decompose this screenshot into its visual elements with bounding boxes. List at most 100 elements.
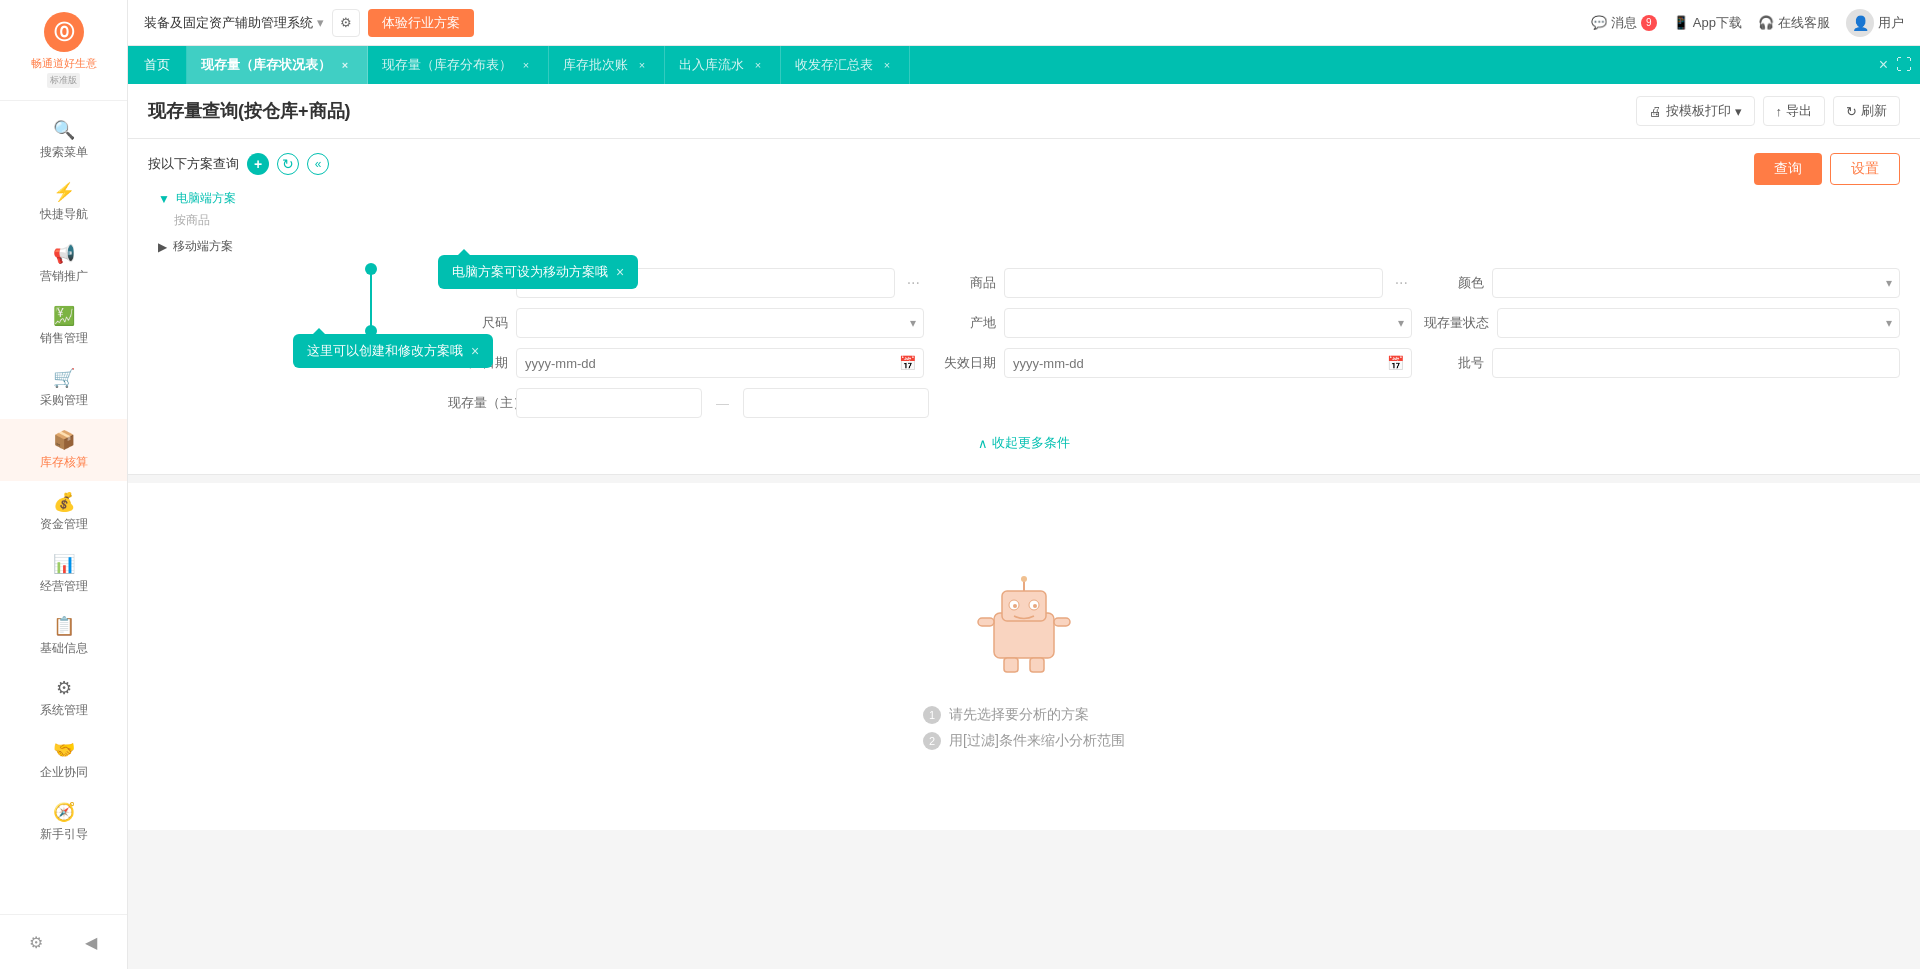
filter-area: 按以下方案查询 + ↻ « ▼ 电脑端方案 按商品 ▶ 移动端方案 电脑方案可设 [128,139,1920,475]
system-title-dropdown[interactable]: 装备及固定资产辅助管理系统 ▾ [144,14,324,32]
sidebar-item-sales[interactable]: 💹 销售管理 [0,295,127,357]
svg-point-5 [1033,604,1037,608]
filter-add-btn[interactable]: + [247,153,269,175]
messages-action[interactable]: 💬 消息 9 [1591,14,1657,32]
filter-cell-production-date: 生产日期 📅 [448,348,924,378]
marketing-icon: 📢 [53,243,75,265]
color-select[interactable] [1492,268,1900,298]
sidebar-item-system[interactable]: ⚙ 系统管理 [0,667,127,729]
sidebar-item-basic-info[interactable]: 📋 基础信息 [0,605,127,667]
empty-state-container: 1 请先选择要分析的方案 2 用[过滤]条件来缩小分析范围 [128,483,1920,830]
sidebar-item-label: 经营管理 [40,578,88,595]
batch-no-input[interactable] [1492,348,1900,378]
batch-no-label: 批号 [1424,354,1484,372]
scheme-sub-item[interactable]: 按商品 [174,210,1900,231]
mobile-scheme-item[interactable]: ▶ 移动端方案 [158,235,1900,258]
tab-inventory-dist[interactable]: 现存量（库存分布表） × [368,46,549,84]
sidebar-item-label: 企业协同 [40,764,88,781]
sidebar-item-guide[interactable]: 🧭 新手引导 [0,791,127,853]
size-select[interactable] [516,308,924,338]
empty-tip-1: 1 请先选择要分析的方案 [923,706,1125,724]
tooltip-text-2: 这里可以创建和修改方案哦 [307,342,463,360]
home-tab-label: 首页 [144,56,170,74]
sidebar-item-enterprise[interactable]: 🤝 企业协同 [0,729,127,791]
stock-main-input-to[interactable] [743,388,929,418]
tab-close-icon[interactable]: × [518,57,534,73]
tab-home[interactable]: 首页 [128,46,187,84]
collapse-btn[interactable]: ◀ [76,927,106,957]
mobile-scheme-label: 移动端方案 [173,238,233,255]
system-title: 装备及固定资产辅助管理系统 [144,14,313,32]
tooltip-text-1: 电脑方案可设为移动方案哦 [452,263,608,281]
expiry-date-input[interactable] [1004,348,1412,378]
close-all-tabs-icon[interactable]: × [1879,56,1888,74]
production-date-input[interactable] [516,348,924,378]
industry-btn[interactable]: 体验行业方案 [368,9,474,37]
sidebar-item-purchase[interactable]: 🛒 采购管理 [0,357,127,419]
page-title: 现存量查询(按仓库+商品) [148,99,351,135]
sidebar-item-search-menu[interactable]: 🔍 搜索菜单 [0,109,127,171]
stock-main-input-from[interactable] [516,388,702,418]
svg-rect-10 [1004,658,1018,672]
desktop-scheme-item[interactable]: ▼ 电脑端方案 [158,187,1900,210]
tab-label: 库存批次账 [563,56,628,74]
svg-rect-11 [1030,658,1044,672]
filter-back-btn[interactable]: « [307,153,329,175]
online-support-action[interactable]: 🎧 在线客服 [1758,14,1830,32]
tab-in-out-flow[interactable]: 出入库流水 × [665,46,781,84]
stock-status-select[interactable] [1497,308,1900,338]
sidebar-item-operations[interactable]: 📊 经营管理 [0,543,127,605]
goods-input[interactable] [1004,268,1383,298]
sidebar-item-label: 采购管理 [40,392,88,409]
svg-point-4 [1013,604,1017,608]
filter-label: 按以下方案查询 [148,155,239,173]
finance-icon: 💰 [53,491,75,513]
settings-bottom-btn[interactable]: ⚙ [21,927,51,957]
sidebar-item-label: 资金管理 [40,516,88,533]
guide-icon: 🧭 [53,801,75,823]
search-button[interactable]: 查询 [1754,153,1822,185]
sidebar-bottom: ⚙ ◀ [0,914,127,969]
collapse-up-icon: ∧ [978,436,988,451]
gear-button[interactable]: ⚙ [332,9,360,37]
filter-cell-stock-main: 现存量（主） — [448,388,927,418]
sidebar-item-label: 库存核算 [40,454,88,471]
scheme-tooltip-2: 这里可以创建和修改方案哦 × [293,334,493,368]
tab-close-icon[interactable]: × [634,57,650,73]
tab-close-icon[interactable]: × [750,57,766,73]
goods-dots[interactable]: ··· [1391,274,1412,292]
tab-close-icon[interactable]: × [337,57,353,73]
scheme-tree: ▼ 电脑端方案 按商品 ▶ 移动端方案 [158,187,1900,258]
tooltip-close-1[interactable]: × [616,264,624,280]
sidebar-item-inventory[interactable]: 📦 库存核算 [0,419,127,481]
filter-cell-expiry-date: 失效日期 📅 [936,348,1412,378]
system-icon: ⚙ [56,677,72,699]
filter-cell-origin: 产地 [936,308,1412,338]
tab-recv-send-summary[interactable]: 收发存汇总表 × [781,46,910,84]
search-buttons: 查询 设置 [1754,153,1900,185]
filter-refresh-btn[interactable]: ↻ [277,153,299,175]
app-download-action[interactable]: 📱 App下载 [1673,14,1742,32]
filter-rows-container: 仓库 ··· 商品 ··· 颜色 [448,268,1900,418]
setting-button[interactable]: 设置 [1830,153,1900,185]
filter-cell-goods: 商品 ··· [936,268,1412,298]
collapse-row[interactable]: ∧ 收起更多条件 [148,426,1900,460]
expand-icon[interactable]: ⛶ [1896,56,1912,74]
tab-inventory-batch[interactable]: 库存批次账 × [549,46,665,84]
warehouse-dots[interactable]: ··· [903,274,924,292]
refresh-btn[interactable]: ↻ 刷新 [1833,96,1900,126]
tab-close-icon[interactable]: × [879,57,895,73]
svg-rect-8 [978,618,994,626]
sidebar-item-finance[interactable]: 💰 资金管理 [0,481,127,543]
messages-label: 消息 [1611,14,1637,32]
tooltip-close-2[interactable]: × [471,343,479,359]
user-action[interactable]: 👤 用户 [1846,9,1904,37]
filter-row-1: 仓库 ··· 商品 ··· 颜色 [448,268,1900,298]
tab-inventory-status[interactable]: 现存量（库存状况表） × [187,46,368,84]
origin-select[interactable] [1004,308,1412,338]
sidebar-item-marketing[interactable]: 📢 营销推广 [0,233,127,295]
template-print-btn[interactable]: 🖨 按模板打印 ▾ [1636,96,1755,126]
support-icon: 🎧 [1758,15,1774,30]
sidebar-item-quick-nav[interactable]: ⚡ 快捷导航 [0,171,127,233]
export-btn[interactable]: ↑ 导出 [1763,96,1826,126]
